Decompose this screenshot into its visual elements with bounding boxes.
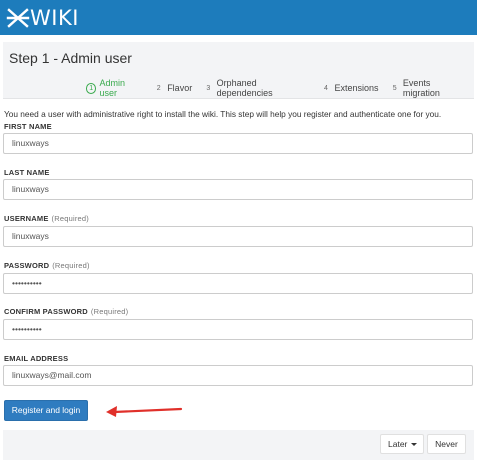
required-note: (Required)	[52, 261, 90, 270]
first-name-label: FIRST NAME	[4, 122, 52, 131]
label-text: FIRST NAME	[4, 122, 52, 131]
label-text: USERNAME	[4, 214, 49, 223]
last-name-label: LAST NAME	[4, 168, 50, 177]
step-label: Admin user	[99, 78, 125, 98]
confirm-password-field[interactable]: ••••••••••	[3, 319, 473, 340]
page-title: Step 1 - Admin user	[9, 50, 132, 66]
password-label: PASSWORD (Required)	[4, 261, 90, 270]
caret-down-icon	[411, 443, 417, 446]
first-name-field[interactable]: linuxways	[3, 133, 473, 154]
username-field[interactable]: linuxways	[3, 226, 473, 247]
step-number: 5	[392, 84, 397, 92]
step-label: Events migration	[402, 78, 440, 98]
step-extensions: 4 Extensions	[320, 83, 378, 94]
step-flavor: 2 Flavor	[153, 83, 192, 94]
label-text: LAST NAME	[4, 168, 50, 177]
step-number: 4	[324, 84, 328, 92]
step-label: Orphaned dependencies	[216, 78, 273, 98]
later-label: Later	[388, 439, 408, 449]
never-button[interactable]: Never	[427, 434, 466, 454]
step-events-migration: 5 Events migration	[390, 78, 466, 98]
step-label: Flavor	[167, 83, 193, 93]
step-number: 2	[156, 84, 161, 92]
step-label: Extensions	[334, 83, 379, 93]
step-progress: 1 Admin user 2 Flavor 3 Orphaned depende…	[86, 78, 477, 98]
register-and-login-button[interactable]: Register and login	[4, 400, 88, 421]
label-text: EMAIL ADDRESS	[4, 354, 69, 363]
step-admin-user: 1 Admin user	[86, 78, 142, 98]
step-number: 1	[86, 82, 97, 94]
last-name-field[interactable]: linuxways	[3, 179, 473, 200]
x-logo-icon	[6, 8, 30, 28]
email-field[interactable]: linuxways@mail.com	[3, 365, 473, 386]
email-label: EMAIL ADDRESS	[4, 354, 68, 363]
later-dropdown-button[interactable]: Later	[380, 434, 424, 454]
xwiki-logo[interactable]: WIKI	[6, 4, 79, 32]
password-field[interactable]: ••••••••••	[3, 273, 473, 294]
label-text: CONFIRM PASSWORD	[4, 307, 88, 316]
username-label: USERNAME (Required)	[4, 214, 89, 223]
step-orphaned-dependencies: 3 Orphaned dependencies	[203, 78, 309, 98]
logo-text: WIKI	[30, 6, 79, 30]
step-number: 3	[206, 84, 211, 92]
intro-text: You need a user with administrative righ…	[4, 109, 442, 119]
annotation-arrow-icon	[106, 406, 183, 417]
required-note: (Required)	[90, 307, 129, 316]
top-bar: WIKI	[0, 0, 477, 35]
required-note: (Required)	[51, 214, 89, 223]
label-text: PASSWORD	[4, 261, 50, 270]
confirm-password-label: CONFIRM PASSWORD (Required)	[4, 307, 128, 316]
